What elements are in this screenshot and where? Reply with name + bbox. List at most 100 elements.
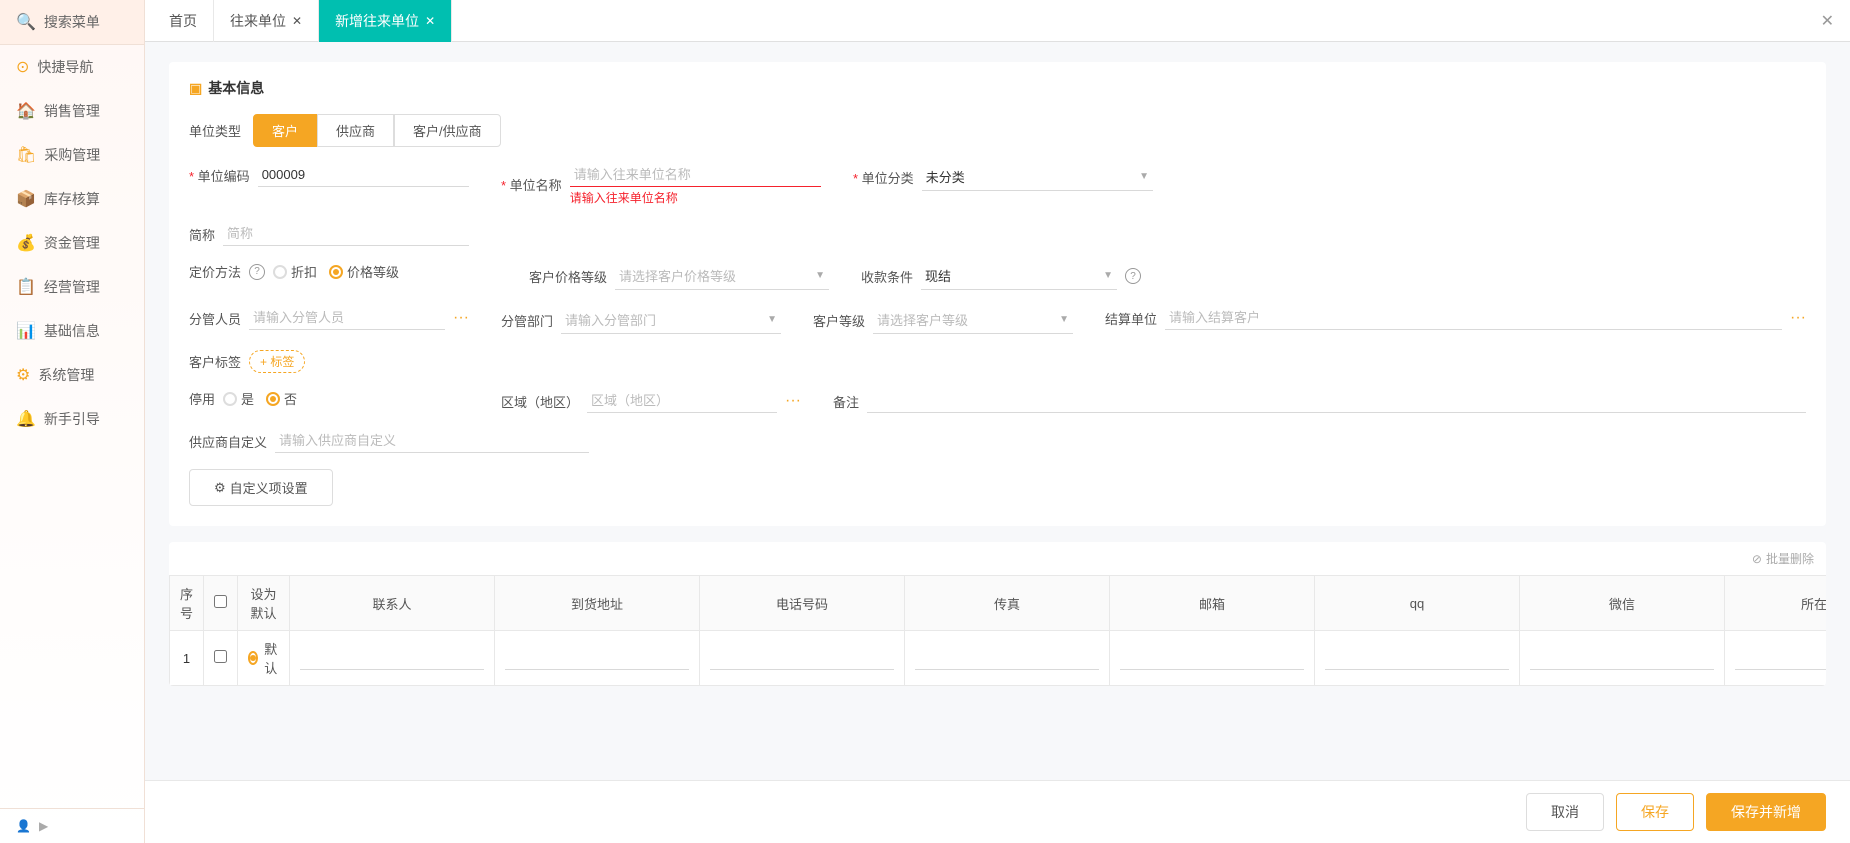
customer-level-label: 客户等级: [813, 311, 865, 330]
sidebar-item-sales[interactable]: 🏠 销售管理: [0, 89, 144, 133]
basic-icon: 📊: [16, 321, 36, 341]
row-default[interactable]: 默认: [238, 631, 290, 686]
sidebar-item-system[interactable]: ⚙ 系统管理: [0, 353, 144, 397]
pricing-level[interactable]: 价格等级: [329, 262, 399, 281]
payment-terms-value: 现结: [925, 266, 1099, 285]
basic-info-section: ▣ 基本信息 单位类型 客户 供应商 客户/供应商 单位编码: [169, 62, 1826, 526]
close-partners-tab[interactable]: ✕: [292, 14, 302, 28]
contact-input[interactable]: [300, 646, 484, 670]
sidebar-item-ops[interactable]: 📋 经营管理: [0, 265, 144, 309]
sidebar-item-guide[interactable]: 🔔 新手引导: [0, 397, 144, 441]
region-input[interactable]: [587, 389, 777, 413]
pricing-discount-radio: [273, 265, 287, 279]
region-row-input[interactable]: [1735, 646, 1826, 670]
unit-type-group: 客户 供应商 客户/供应商: [253, 114, 501, 147]
cancel-button[interactable]: 取消: [1526, 793, 1604, 831]
row-region[interactable]: [1725, 631, 1826, 686]
tags-label: 客户标签: [189, 352, 241, 371]
sidebar-item-quick-nav[interactable]: ⊙ 快捷导航: [0, 45, 144, 89]
unit-code-input[interactable]: [258, 163, 469, 187]
unit-type-both[interactable]: 客户/供应商: [394, 114, 501, 147]
qq-input[interactable]: [1325, 646, 1509, 670]
row-phone[interactable]: [700, 631, 905, 686]
address-input[interactable]: [505, 646, 689, 670]
dept-select[interactable]: 请输入分管部门 ▼: [561, 306, 781, 334]
pricing-discount[interactable]: 折扣: [273, 262, 317, 281]
disabled-no[interactable]: 否: [266, 389, 297, 408]
sidebar-item-purchase[interactable]: 🛍 采购管理: [0, 133, 144, 177]
row-check[interactable]: [204, 631, 238, 686]
purchase-icon: 🛍: [16, 145, 36, 165]
row-email[interactable]: [1110, 631, 1315, 686]
unit-name-input[interactable]: [570, 163, 821, 187]
settlement-input[interactable]: [1165, 306, 1782, 330]
col-wechat: 微信: [1520, 576, 1725, 631]
sidebar-item-search[interactable]: 🔍 搜索菜单: [0, 0, 144, 45]
col-email: 邮箱: [1110, 576, 1315, 631]
customer-level-select[interactable]: 请选择客户等级 ▼: [873, 306, 1073, 334]
unit-code-label: 单位编码: [189, 166, 250, 185]
col-address: 到货地址: [495, 576, 700, 631]
supplier-custom-input[interactable]: [275, 429, 589, 453]
manager-more-btn[interactable]: ···: [453, 309, 469, 327]
unit-name-label: 单位名称: [501, 175, 562, 194]
add-tag-btn[interactable]: + 标签: [249, 350, 305, 373]
sidebar-item-inventory[interactable]: 📦 库存核算: [0, 177, 144, 221]
pricing-help-icon[interactable]: ?: [249, 264, 265, 280]
tab-new-partner[interactable]: 新增往来单位 ✕: [319, 0, 452, 42]
phone-input[interactable]: [710, 646, 894, 670]
save-add-button[interactable]: 保存并新增: [1706, 793, 1826, 831]
sidebar-item-basic[interactable]: 📊 基础信息: [0, 309, 144, 353]
disabled-row: 停用 是 否 区域（地区）: [189, 389, 1806, 413]
tab-partners[interactable]: 往来单位 ✕: [214, 0, 319, 42]
dept-label: 分管部门: [501, 311, 553, 330]
unit-type-supplier[interactable]: 供应商: [317, 114, 394, 147]
manager-input[interactable]: [249, 306, 445, 330]
row-wechat[interactable]: [1520, 631, 1725, 686]
close-all-tabs[interactable]: ✕: [1813, 11, 1842, 31]
disabled-yes[interactable]: 是: [223, 389, 254, 408]
settlement-more-btn[interactable]: ···: [1790, 309, 1806, 327]
short-name-label: 简称: [189, 225, 215, 244]
row-qq[interactable]: [1315, 631, 1520, 686]
sidebar-bottom: 👤 ▶: [0, 808, 144, 843]
tab-bar: 首页 往来单位 ✕ 新增往来单位 ✕ ✕: [145, 0, 1850, 42]
region-more-btn[interactable]: ···: [785, 392, 801, 410]
guide-icon: 🔔: [16, 409, 36, 429]
fax-input[interactable]: [915, 646, 1099, 670]
payment-help-icon[interactable]: ?: [1125, 268, 1141, 284]
short-name-input[interactable]: [223, 222, 469, 246]
table-header-row: 序号 设为默认 联系人 到货地址 电话号码 传真 邮箱 qq 微信 所在地区 操…: [170, 576, 1827, 631]
contacts-table-section: ⊘ 批量删除 序号 设为默认 联系人 到货地址 电话号码 传真 邮箱 qq: [169, 542, 1826, 686]
payment-terms-select[interactable]: 现结 ▼: [921, 262, 1117, 290]
inventory-icon: 📦: [16, 189, 36, 209]
col-check[interactable]: [204, 576, 238, 631]
tags-row: 客户标签 + 标签: [189, 350, 1806, 373]
tab-home[interactable]: 首页: [153, 0, 214, 42]
save-button[interactable]: 保存: [1616, 793, 1694, 831]
table-toolbar: ⊘ 批量删除: [169, 542, 1826, 575]
close-new-partner-tab[interactable]: ✕: [425, 14, 435, 28]
disabled-no-radio: [266, 392, 280, 406]
home-icon: ⊙: [16, 57, 29, 77]
sidebar-item-finance[interactable]: 💰 资金管理: [0, 221, 144, 265]
table-body: 1 默认: [170, 631, 1827, 686]
dept-value: 请输入分管部门: [565, 310, 763, 329]
unit-type-customer[interactable]: 客户: [253, 114, 317, 147]
row-address[interactable]: [495, 631, 700, 686]
wechat-input[interactable]: [1530, 646, 1714, 670]
region-label: 区域（地区）: [501, 392, 579, 411]
row-fax[interactable]: [905, 631, 1110, 686]
email-input[interactable]: [1120, 646, 1304, 670]
disabled-yes-radio: [223, 392, 237, 406]
custom-settings-btn[interactable]: ⚙ 自定义项设置: [189, 469, 333, 506]
section-title-icon: ▣: [189, 80, 202, 97]
customer-price-select[interactable]: 请选择客户价格等级 ▼: [615, 262, 829, 290]
remark-input[interactable]: [867, 389, 1806, 413]
row-contact[interactable]: [290, 631, 495, 686]
sales-icon: 🏠: [16, 101, 36, 121]
batch-delete-btn[interactable]: ⊘ 批量删除: [1752, 550, 1814, 567]
select-all-checkbox[interactable]: [214, 595, 227, 608]
unit-category-select[interactable]: 未分类 ▼: [922, 163, 1153, 191]
row-checkbox[interactable]: [214, 650, 227, 663]
